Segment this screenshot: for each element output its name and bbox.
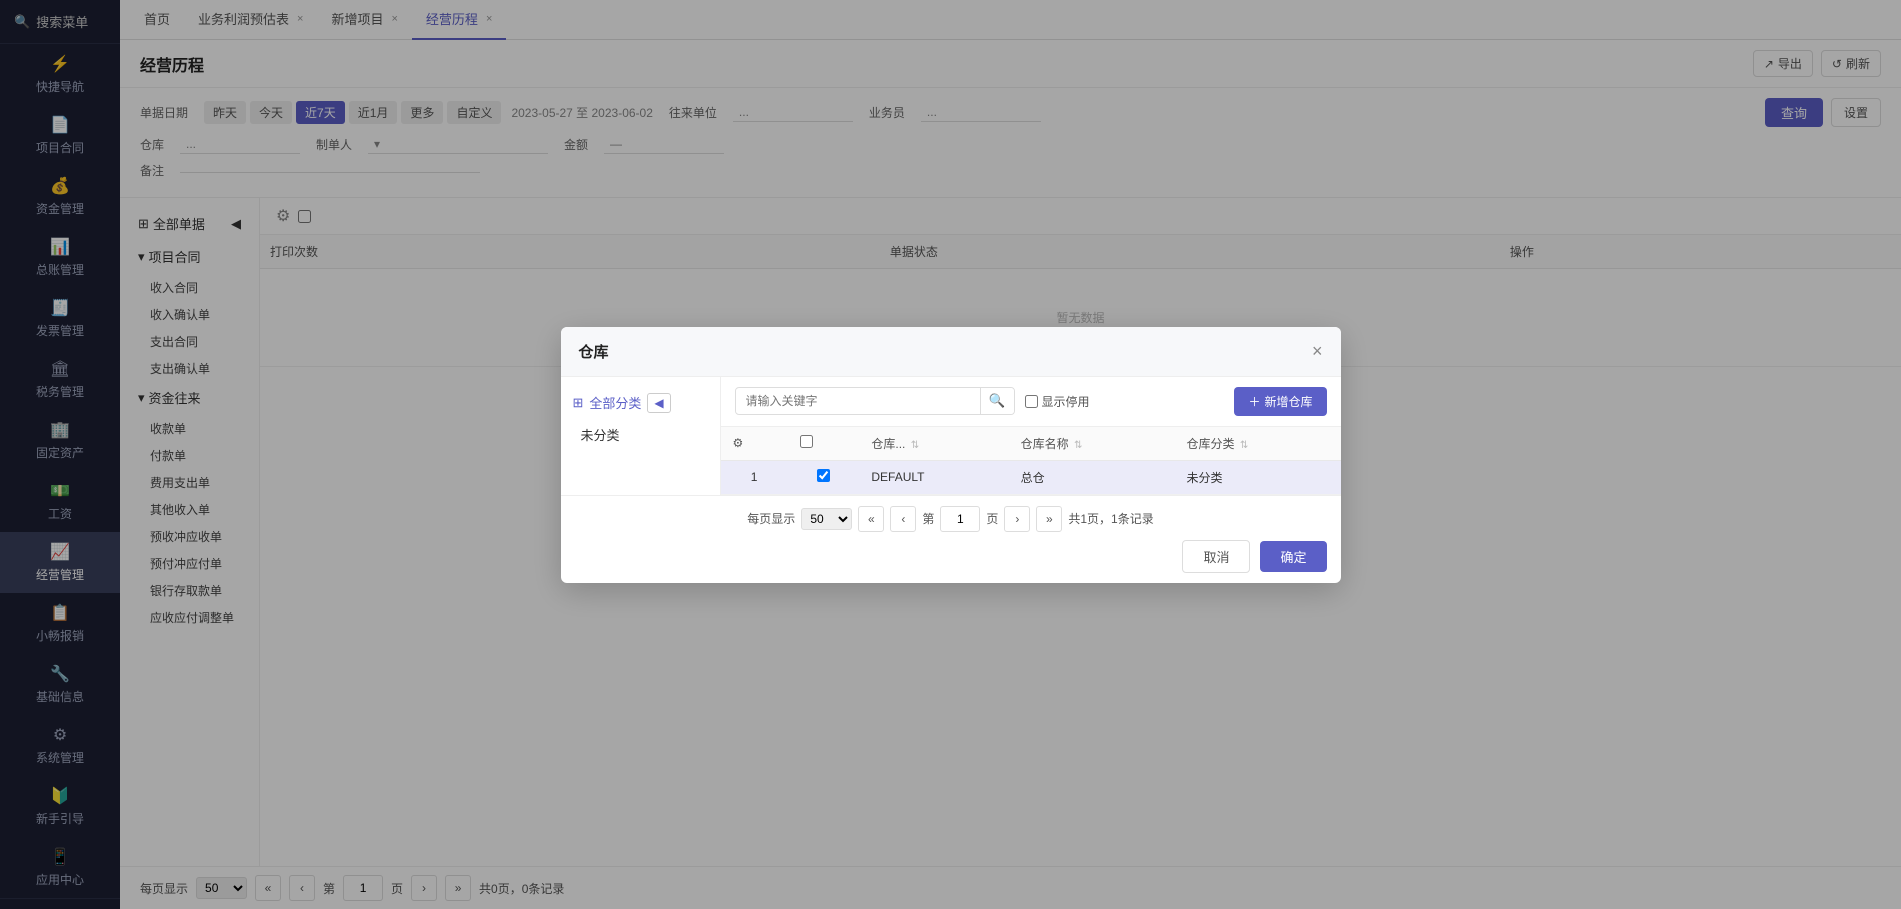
col-gear: ⚙: [721, 427, 788, 461]
show-disabled-label[interactable]: 显示停用: [1025, 393, 1090, 410]
modal-close-button[interactable]: ×: [1312, 341, 1323, 362]
modal-search-input[interactable]: [736, 389, 980, 413]
modal-title: 仓库: [579, 341, 609, 362]
modal-first-page-btn[interactable]: «: [858, 506, 884, 532]
row-checkbox-cell[interactable]: [788, 460, 860, 494]
sort-name-icon[interactable]: ⇅: [1074, 440, 1082, 451]
warehouse-modal: 仓库 × ⊞ 全部分类 ◀ 未分类: [561, 327, 1341, 583]
col-checkbox-header: [788, 427, 860, 461]
col-warehouse-code: 仓库... ⇅: [859, 427, 1008, 461]
modal-body: ⊞ 全部分类 ◀ 未分类 🔍 显示停用: [561, 377, 1341, 495]
modal-pagination: 每页显示 50 10 20 100 « ‹ 第 页 › » 共1页，1条记录: [575, 506, 1327, 532]
modal-table-wrap: ⚙ 仓库... ⇅ 仓库名称 ⇅: [721, 427, 1341, 495]
sort-category-icon[interactable]: ⇅: [1240, 440, 1248, 451]
modal-overlay[interactable]: 仓库 × ⊞ 全部分类 ◀ 未分类: [0, 0, 1901, 909]
modal-footer: 每页显示 50 10 20 100 « ‹ 第 页 › » 共1页，1条记录 取…: [561, 495, 1341, 583]
row-checkbox[interactable]: [817, 469, 830, 482]
modal-action-buttons: 取消 确定: [575, 540, 1327, 573]
col-warehouse-category: 仓库分类 ⇅: [1175, 427, 1341, 461]
select-all-modal-checkbox[interactable]: [800, 435, 813, 448]
all-category-label: 全部分类: [589, 393, 641, 412]
modal-last-page-btn[interactable]: »: [1036, 506, 1062, 532]
gear-icon-2[interactable]: ⚙: [733, 436, 744, 450]
add-warehouse-label: 新增仓库: [1264, 393, 1312, 410]
show-disabled-text: 显示停用: [1042, 393, 1090, 410]
modal-header: 仓库 ×: [561, 327, 1341, 377]
modal-next-page-btn[interactable]: ›: [1004, 506, 1030, 532]
row-gear-cell: 1: [721, 460, 788, 494]
cancel-button[interactable]: 取消: [1182, 540, 1250, 573]
modal-table-header-row: ⚙ 仓库... ⇅ 仓库名称 ⇅: [721, 427, 1341, 461]
modal-page-label: 第: [922, 510, 934, 527]
modal-toolbar: 🔍 显示停用 ＋ 新增仓库: [721, 377, 1341, 427]
modal-left-panel: ⊞ 全部分类 ◀ 未分类: [561, 377, 721, 495]
modal-prev-page-btn[interactable]: ‹: [890, 506, 916, 532]
modal-search-button[interactable]: 🔍: [980, 388, 1014, 414]
modal-warehouse-table: ⚙ 仓库... ⇅ 仓库名称 ⇅: [721, 427, 1341, 495]
modal-page-size-label: 每页显示: [747, 510, 795, 527]
col-warehouse-name: 仓库名称 ⇅: [1009, 427, 1175, 461]
uncategorized-label: 未分类: [581, 428, 620, 443]
plus-icon: ＋: [1248, 393, 1260, 410]
row-warehouse-name: 总仓: [1009, 460, 1175, 494]
modal-total-info: 共1页，1条记录: [1068, 510, 1153, 527]
modal-all-category[interactable]: ⊞ 全部分类 ◀: [561, 387, 720, 419]
show-disabled-checkbox[interactable]: [1025, 395, 1038, 408]
collapse-category-button[interactable]: ◀: [647, 393, 670, 413]
sort-code-icon[interactable]: ⇅: [911, 440, 919, 451]
modal-current-page-input[interactable]: [940, 506, 980, 532]
modal-page-size-select[interactable]: 50 10 20 100: [801, 508, 852, 530]
modal-right-panel: 🔍 显示停用 ＋ 新增仓库: [721, 377, 1341, 495]
row-warehouse-category: 未分类: [1175, 460, 1341, 494]
modal-search-wrap: 🔍: [735, 387, 1015, 415]
grid-icon-2: ⊞: [573, 395, 584, 411]
modal-uncategorized-item[interactable]: 未分类: [561, 419, 720, 450]
modal-page-suffix: 页: [986, 510, 998, 527]
row-warehouse-code: DEFAULT: [859, 460, 1008, 494]
add-warehouse-button[interactable]: ＋ 新增仓库: [1234, 387, 1326, 416]
table-row[interactable]: 1 DEFAULT 总仓 未分类: [721, 460, 1341, 494]
confirm-button[interactable]: 确定: [1260, 541, 1326, 572]
